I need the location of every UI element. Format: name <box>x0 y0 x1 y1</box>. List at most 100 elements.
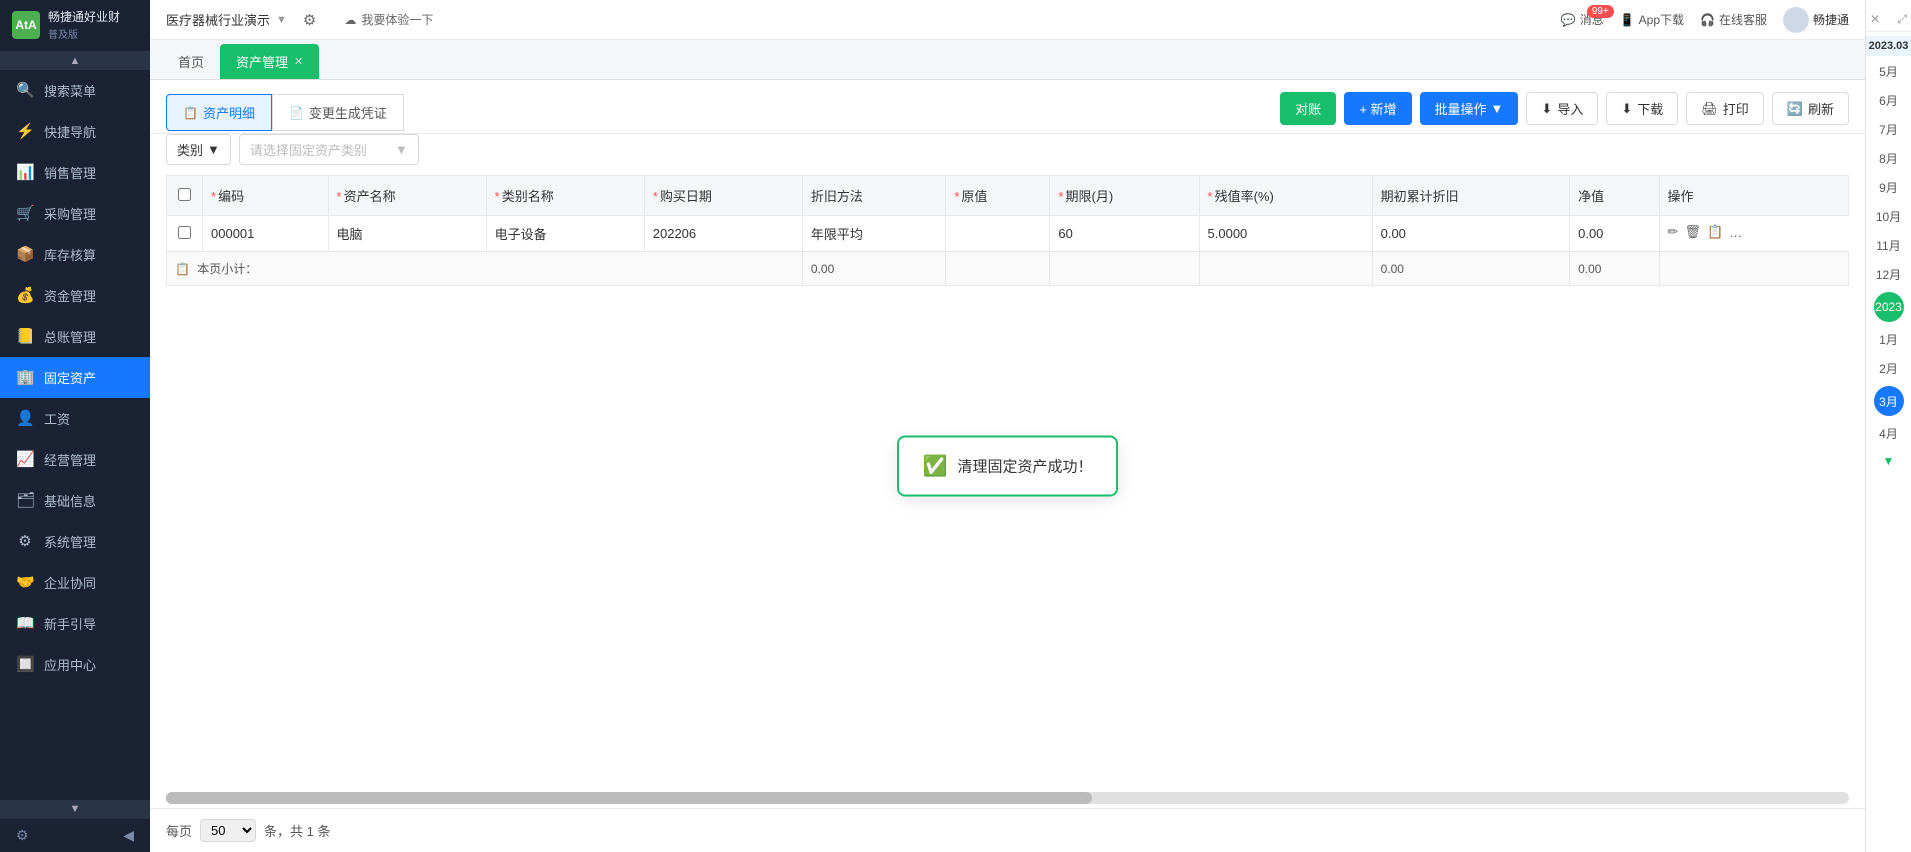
cal-month-1[interactable]: 1月 <box>1874 326 1904 353</box>
sub-tab-asset-detail[interactable]: 📋 资产明细 <box>166 94 272 131</box>
collapse-sidebar-icon[interactable]: ◀ <box>123 827 134 844</box>
sidebar-item-purchase[interactable]: 🛒 采购管理 <box>0 193 150 234</box>
sidebar-item-quicknav[interactable]: ⚡ 快捷导航 <box>0 111 150 152</box>
per-page-select[interactable]: 50 10 20 100 <box>200 819 256 842</box>
batch-button[interactable]: 批量操作 ▼ <box>1420 92 1519 125</box>
sidebar-item-basic-info[interactable]: 🗂 基础信息 <box>0 480 150 521</box>
cal-month-7[interactable]: 7月 <box>1874 116 1904 143</box>
payroll-icon: 👤 <box>16 409 34 427</box>
cal-month-11[interactable]: 11月 <box>1874 232 1904 259</box>
table-header-row: *编码 *资产名称 *类别名称 *购买日期 折旧方法 *原值 *期限(月) *残… <box>167 176 1849 216</box>
more-icon[interactable]: … <box>1729 225 1742 240</box>
sidebar-item-label: 企业协同 <box>44 573 96 592</box>
col-category: *类别名称 <box>486 176 644 216</box>
close-panel-icon[interactable]: ✕ <box>1870 12 1880 27</box>
import-button[interactable]: ⬇ 导入 <box>1526 92 1598 125</box>
table-row: 000001 电脑 电子设备 202206 年限平均 60 5.0000 0.0… <box>167 216 1849 252</box>
sidebar-item-operations[interactable]: 📈 经营管理 <box>0 439 150 480</box>
col-original-value: *原值 <box>946 176 1050 216</box>
user-profile[interactable]: 畅捷通 <box>1783 7 1849 33</box>
service-icon: 🎧 <box>1700 13 1715 27</box>
delete-icon[interactable]: 🗑 <box>1684 224 1701 240</box>
cal-month-5[interactable]: 5月 <box>1874 58 1904 85</box>
cal-month-10[interactable]: 10月 <box>1874 203 1904 230</box>
username-label: 畅捷通 <box>1813 11 1849 28</box>
reconcile-button[interactable]: 对账 <box>1280 92 1336 125</box>
company-selector[interactable]: 医疗器械行业演示 ▼ <box>166 10 287 29</box>
sidebar-item-label: 搜索菜单 <box>44 81 96 100</box>
app-title-block: 畅捷通好业财 普及版 <box>48 10 120 41</box>
cell-purchase-date: 202206 <box>644 216 802 252</box>
panel-year-label: 2023.03 <box>1866 36 1911 56</box>
print-button[interactable]: 🖨 打印 <box>1686 92 1764 125</box>
expand-panel-icon[interactable]: ⤢ <box>1897 12 1907 27</box>
sidebar-scroll-up[interactable]: ▲ <box>0 52 150 70</box>
cal-scroll-down[interactable]: ▼ <box>1874 449 1904 473</box>
table-scrollbar-thumb[interactable] <box>166 792 1092 804</box>
sidebar-item-finance[interactable]: 💰 资金管理 <box>0 275 150 316</box>
sidebar-item-label: 系统管理 <box>44 532 96 551</box>
cal-month-3-active[interactable]: 3月 <box>1874 386 1904 416</box>
edit-icon[interactable]: ✏ <box>1668 224 1679 240</box>
finance-icon: 💰 <box>16 286 34 304</box>
cal-month-8[interactable]: 8月 <box>1874 145 1904 172</box>
refresh-button[interactable]: 🔄 刷新 <box>1772 92 1849 125</box>
tab-home[interactable]: 首页 <box>162 44 220 79</box>
sidebar-item-sales[interactable]: 📊 销售管理 <box>0 152 150 193</box>
cal-month-4[interactable]: 4月 <box>1874 420 1904 447</box>
new-button[interactable]: + 新增 <box>1344 92 1411 125</box>
cal-month-6[interactable]: 6月 <box>1874 87 1904 114</box>
customer-service-button[interactable]: 🎧 在线客服 <box>1700 11 1767 28</box>
sidebar-scroll-down[interactable]: ▼ <box>0 800 150 818</box>
select-all-checkbox[interactable] <box>178 188 191 201</box>
cloud-icon: ☁ <box>344 13 356 27</box>
sidebar-item-inventory[interactable]: 📦 库存核算 <box>0 234 150 275</box>
tab-close-icon[interactable]: ✕ <box>294 55 303 68</box>
sidebar-item-search[interactable]: 🔍 搜索菜单 <box>0 70 150 111</box>
sub-tab-voucher-label: 变更生成凭证 <box>309 103 387 122</box>
right-panel-header: ✕ ⤢ <box>1866 8 1911 32</box>
col-accumulated-depreciation: 期初累计折旧 <box>1372 176 1570 216</box>
sidebar-item-apps[interactable]: 🔲 应用中心 <box>0 644 150 685</box>
cell-accumulated-depreciation: 0.00 <box>1372 216 1570 252</box>
table-scrollbar[interactable] <box>166 792 1849 804</box>
app-download-button[interactable]: 📱 App下载 <box>1620 11 1684 28</box>
cloud-trial-button[interactable]: ☁ 我要体验一下 <box>344 11 433 28</box>
search-icon: 🔍 <box>16 81 34 99</box>
cal-year-badge[interactable]: 2023 <box>1874 292 1904 322</box>
subtotal-empty1 <box>946 252 1050 286</box>
page-content: 📋 资产明细 📄 变更生成凭证 对账 + 新增 批量操作 ▼ ⬇ <box>150 80 1865 852</box>
cal-month-9[interactable]: 9月 <box>1874 174 1904 201</box>
right-panel: ✕ ⤢ 2023.03 5月 6月 7月 8月 9月 10月 11月 12月 2… <box>1865 0 1911 852</box>
sidebar-item-ledger[interactable]: 📒 总账管理 <box>0 316 150 357</box>
sidebar-item-system[interactable]: ⚙ 系统管理 <box>0 521 150 562</box>
category-filter[interactable]: 类别 ▼ <box>166 134 231 165</box>
sidebar-item-guide[interactable]: 📖 新手引导 <box>0 603 150 644</box>
category-dropdown[interactable]: 请选择固定资产类别 ▼ <box>239 134 419 165</box>
total-label: 条，共 1 条 <box>264 821 330 840</box>
inventory-icon: 📦 <box>16 245 34 263</box>
sidebar-item-fixed-assets[interactable]: 🏢 固定资产 <box>0 357 150 398</box>
copy-icon[interactable]: 📋 <box>1707 224 1723 240</box>
enterprise-icon: 🤝 <box>16 573 34 591</box>
sidebar-item-enterprise[interactable]: 🤝 企业协同 <box>0 562 150 603</box>
sidebar-item-payroll[interactable]: 👤 工资 <box>0 398 150 439</box>
main-content: 医疗器械行业演示 ▼ ⚙ ☁ 我要体验一下 💬 消息 99+ 📱 App下载 🎧… <box>150 0 1865 852</box>
col-name: *资产名称 <box>328 176 486 216</box>
cal-month-2[interactable]: 2月 <box>1874 355 1904 382</box>
cell-code: 000001 <box>203 216 329 252</box>
fixed-assets-icon: 🏢 <box>16 368 34 386</box>
tab-asset-management[interactable]: 资产管理 ✕ <box>220 44 319 79</box>
messages-button[interactable]: 💬 消息 99+ <box>1561 11 1604 28</box>
topbar-settings-icon[interactable]: ⚙ <box>303 11 316 29</box>
row-checkbox[interactable] <box>178 226 191 239</box>
download-button[interactable]: ⬇ 下载 <box>1606 92 1678 125</box>
category-dropdown-icon: ▼ <box>395 142 408 157</box>
cell-actions: ✏ 🗑 📋 … <box>1660 216 1849 248</box>
cal-month-12[interactable]: 12月 <box>1874 261 1904 288</box>
sub-tab-voucher[interactable]: 📄 变更生成凭证 <box>272 94 404 131</box>
settings-bottom-icon[interactable]: ⚙ <box>16 827 29 844</box>
col-purchase-date: *购买日期 <box>644 176 802 216</box>
messages-badge: 99+ <box>1587 5 1614 18</box>
refresh-icon: 🔄 <box>1787 101 1803 117</box>
